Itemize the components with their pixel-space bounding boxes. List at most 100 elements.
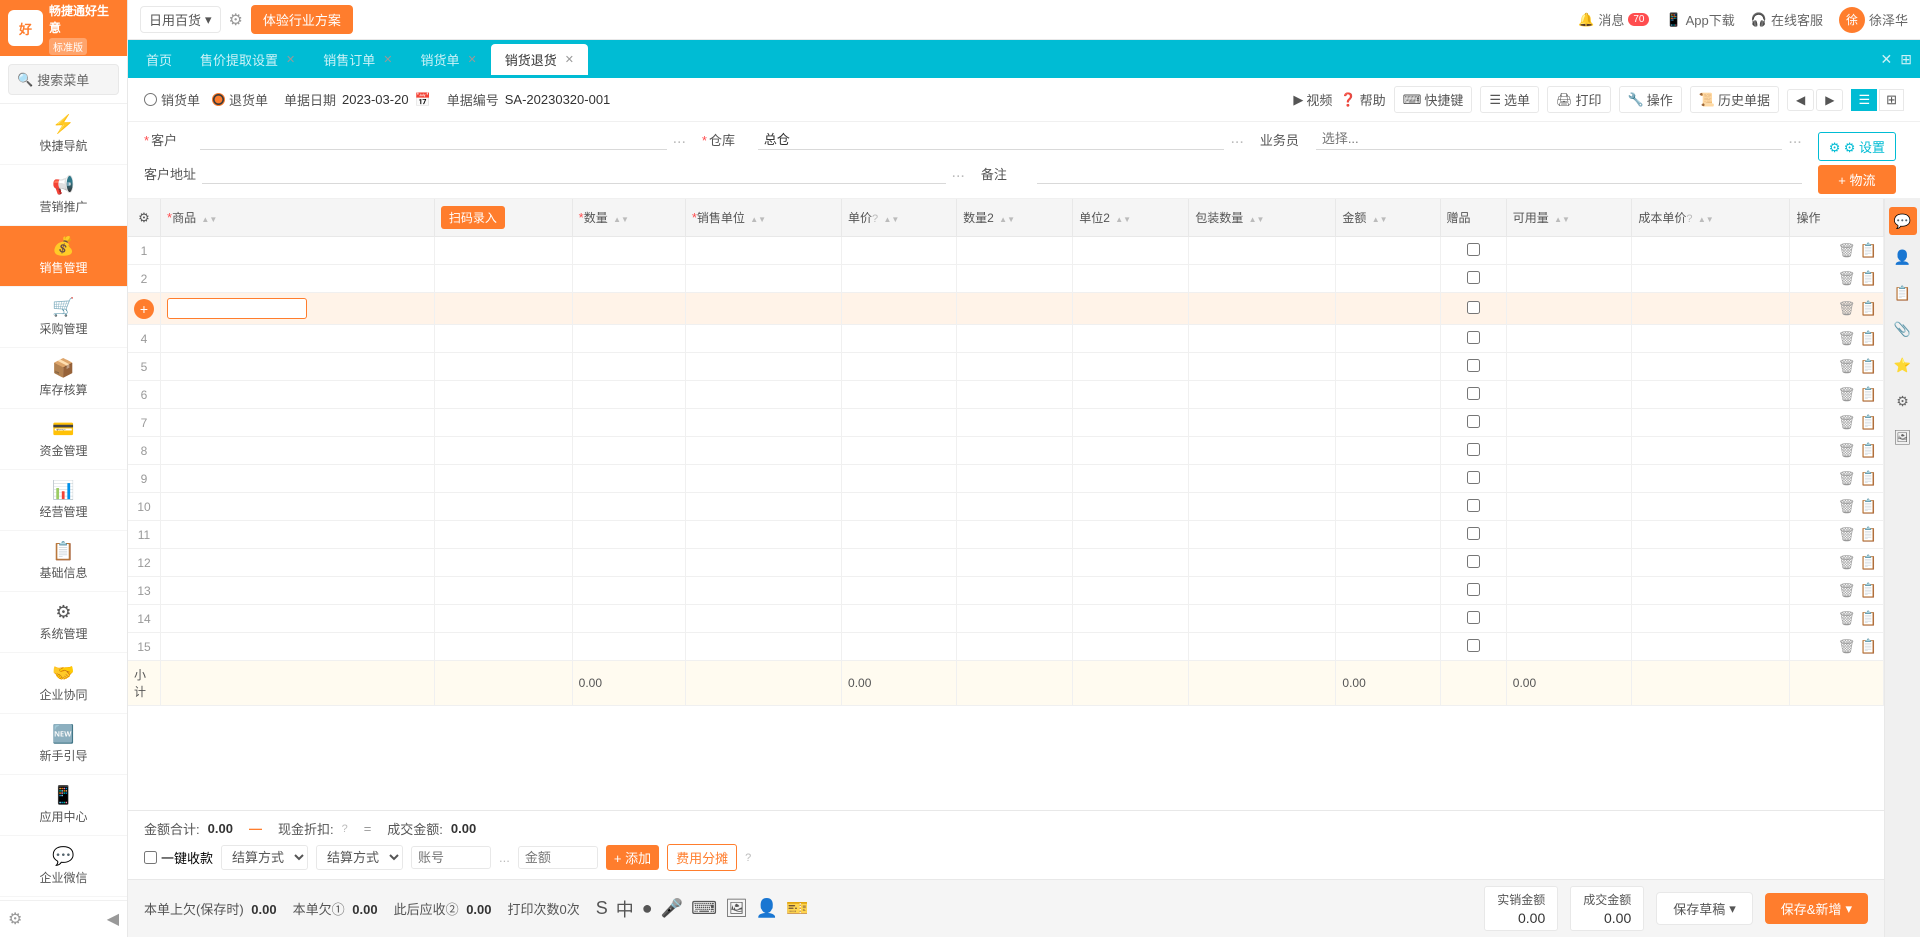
settlement-method-select[interactable]: 结算方式 xyxy=(221,845,308,870)
operate-button[interactable]: 🔧 操作 xyxy=(1619,86,1682,113)
tool7-icon[interactable]: 🎫 xyxy=(786,898,808,919)
tab-home[interactable]: 首页 xyxy=(132,44,186,75)
copy-row-icon[interactable]: 📋 xyxy=(1860,330,1877,347)
right-panel-chat[interactable]: 💬 xyxy=(1889,207,1917,235)
gear-icon[interactable]: ⚙ xyxy=(138,210,150,225)
sale-doc-radio[interactable]: 销货单 xyxy=(144,90,200,109)
gift-checkbox[interactable] xyxy=(1467,611,1480,624)
tool2-icon[interactable]: ● xyxy=(642,898,653,919)
gift-checkbox[interactable] xyxy=(1467,243,1480,256)
gift-checkbox[interactable] xyxy=(1467,527,1480,540)
add-fee-button[interactable]: + 添加 xyxy=(606,845,659,870)
delete-row-icon[interactable]: 🗑 xyxy=(1838,358,1856,375)
sale-radio-input[interactable] xyxy=(144,93,157,106)
maximize-button[interactable]: ⊞ xyxy=(1900,51,1912,68)
gift-checkbox[interactable] xyxy=(1467,443,1480,456)
copy-row-icon[interactable]: 📋 xyxy=(1860,358,1877,375)
right-panel-settings[interactable]: ⚙ xyxy=(1889,387,1917,415)
sidebar-item-system[interactable]: ⚙ 系统管理 xyxy=(0,592,127,653)
shortcut-button[interactable]: ⌨ 快捷键 xyxy=(1394,86,1473,113)
return-doc-radio[interactable]: 退货单 xyxy=(212,90,268,109)
prev-doc-button[interactable]: ◀ xyxy=(1787,89,1814,111)
copy-row-icon[interactable]: 📋 xyxy=(1860,442,1877,459)
gift-checkbox[interactable] xyxy=(1467,331,1480,344)
copy-row-icon[interactable]: 📋 xyxy=(1860,386,1877,403)
equals-icon[interactable]: = xyxy=(364,821,372,836)
delete-row-icon[interactable]: 🗑 xyxy=(1838,330,1856,347)
copy-row-icon[interactable]: 📋 xyxy=(1860,470,1877,487)
next-doc-button[interactable]: ▶ xyxy=(1816,89,1843,111)
tool5-icon[interactable]: 🖼 xyxy=(725,898,748,919)
print-button[interactable]: 🖨 打印 xyxy=(1547,86,1611,113)
delete-row-icon[interactable]: 🗑 xyxy=(1838,270,1856,287)
delete-row-icon[interactable]: 🗑 xyxy=(1838,414,1856,431)
video-btn[interactable]: ▶ 视频 xyxy=(1293,90,1332,109)
tool6-icon[interactable]: 👤 xyxy=(756,898,778,919)
bank-account-input[interactable] xyxy=(411,846,491,869)
select-doc-button[interactable]: ☰ 选单 xyxy=(1480,86,1539,113)
close-tab-sales[interactable]: ✕ xyxy=(468,53,477,66)
online-service-area[interactable]: 🎧 在线客服 xyxy=(1751,10,1823,29)
bank-dots[interactable]: ... xyxy=(499,850,510,865)
delete-row-icon[interactable]: 🗑 xyxy=(1838,470,1856,487)
tab-price-settings[interactable]: 售价提取设置 ✕ xyxy=(186,44,309,75)
search-menu-button[interactable]: 🔍 搜索菜单 xyxy=(8,64,119,95)
warehouse-dots[interactable]: ... xyxy=(1230,130,1243,148)
delete-row-icon[interactable]: 🗑 xyxy=(1838,442,1856,459)
sidebar-item-basics[interactable]: 📋 基础信息 xyxy=(0,531,127,592)
sidebar-item-marketing[interactable]: 📢 营销推广 xyxy=(0,165,127,226)
gift-checkbox[interactable] xyxy=(1467,555,1480,568)
return-radio-input[interactable] xyxy=(212,93,225,106)
one-click-checkbox-input[interactable] xyxy=(144,851,157,864)
warehouse-input[interactable] xyxy=(758,128,1225,150)
copy-row-icon[interactable]: 📋 xyxy=(1860,638,1877,655)
user-area[interactable]: 徐 徐泽华 xyxy=(1839,7,1908,33)
sidebar-settings-button[interactable]: ⚙ xyxy=(8,909,22,929)
right-panel-image[interactable]: 🖼 xyxy=(1889,423,1917,451)
notification-area[interactable]: 🔔 消息 70 xyxy=(1578,10,1649,29)
discount-help-icon[interactable]: ? xyxy=(342,823,348,835)
tool3-icon[interactable]: 🎤 xyxy=(661,898,683,919)
gift-checkbox[interactable] xyxy=(1467,471,1480,484)
copy-row-icon[interactable]: 📋 xyxy=(1860,414,1877,431)
gift-checkbox[interactable] xyxy=(1467,301,1480,314)
sidebar-item-apps[interactable]: 📱 应用中心 xyxy=(0,775,127,836)
tool1-icon[interactable]: 中 xyxy=(616,896,634,922)
amount-input[interactable] xyxy=(518,846,598,869)
cost-price-help-icon[interactable]: ? xyxy=(1686,213,1692,225)
copy-row-icon[interactable]: 📋 xyxy=(1860,582,1877,599)
sidebar-item-sales[interactable]: 💰 销售管理 xyxy=(0,226,127,287)
right-panel-attach[interactable]: 📎 xyxy=(1889,315,1917,343)
right-panel-user[interactable]: 👤 xyxy=(1889,243,1917,271)
gift-checkbox[interactable] xyxy=(1467,583,1480,596)
gift-checkbox[interactable] xyxy=(1467,415,1480,428)
sidebar-item-purchase[interactable]: 🛒 采购管理 xyxy=(0,287,127,348)
sidebar-collapse-button[interactable]: ◀ xyxy=(107,909,119,929)
delete-row-icon[interactable]: 🗑 xyxy=(1838,638,1856,655)
history-button[interactable]: 📜 历史单据 xyxy=(1690,86,1779,113)
add-row-button[interactable]: + xyxy=(134,299,154,319)
copy-row-icon[interactable]: 📋 xyxy=(1860,242,1877,259)
gift-checkbox[interactable] xyxy=(1467,359,1480,372)
sidebar-item-inventory[interactable]: 📦 库存核算 xyxy=(0,348,127,409)
tool4-icon[interactable]: ⌨ xyxy=(691,898,717,919)
delete-row-icon[interactable]: 🗑 xyxy=(1838,386,1856,403)
help-btn[interactable]: ❓ 帮助 xyxy=(1340,90,1385,109)
gift-checkbox[interactable] xyxy=(1467,271,1480,284)
close-tab-sales-order[interactable]: ✕ xyxy=(383,53,392,66)
copy-row-icon[interactable]: 📋 xyxy=(1860,526,1877,543)
close-window-button[interactable]: ✕ xyxy=(1881,51,1893,68)
tab-sales-return[interactable]: 销货退货 ✕ xyxy=(491,44,588,75)
list-view-button[interactable]: ☰ xyxy=(1851,89,1877,111)
right-panel-star[interactable]: ⭐ xyxy=(1889,351,1917,379)
customer-dots[interactable]: ... xyxy=(673,130,686,148)
sidebar-item-operations[interactable]: 📊 经营管理 xyxy=(0,470,127,531)
save-new-button[interactable]: 保存&新增 ▾ xyxy=(1765,893,1868,924)
fee-split-button[interactable]: 费用分摊 xyxy=(667,844,737,871)
close-tab-price-settings[interactable]: ✕ xyxy=(286,53,295,66)
copy-row-icon[interactable]: 📋 xyxy=(1860,554,1877,571)
sidebar-item-quicknav[interactable]: ⚡ 快捷导航 xyxy=(0,104,127,165)
remark-input[interactable] xyxy=(1037,162,1802,184)
form-settings-button[interactable]: ⚙ ⚙ 设置 xyxy=(1818,132,1896,161)
trial-button[interactable]: 体验行业方案 xyxy=(251,5,353,34)
